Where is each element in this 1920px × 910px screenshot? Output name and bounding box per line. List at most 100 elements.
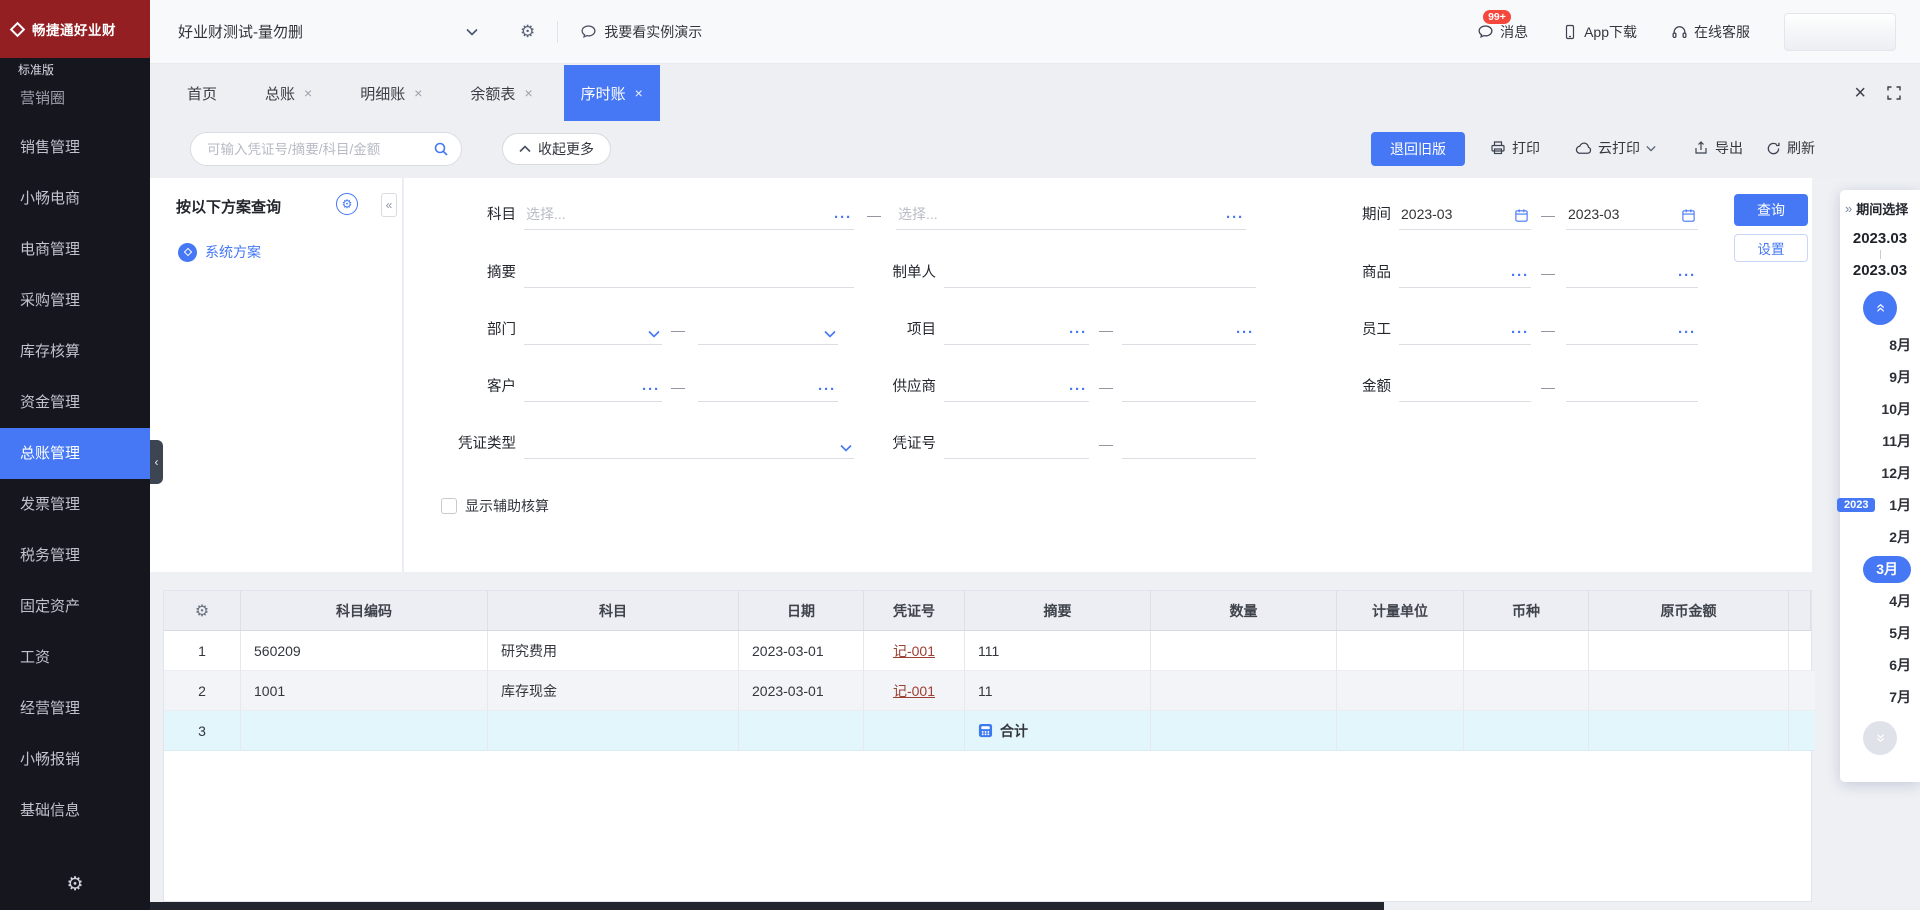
amount-from-input[interactable] <box>1399 372 1531 402</box>
month-item[interactable]: 12月 <box>1881 457 1911 489</box>
calendar-icon[interactable] <box>1681 208 1696 223</box>
sidebar-item-marketing[interactable]: 营销圈 <box>0 82 150 122</box>
employee-from-picker-icon[interactable]: ··· <box>1511 325 1529 340</box>
maker-input[interactable] <box>944 258 1256 288</box>
sidebar-item-sales[interactable]: 销售管理 <box>0 122 150 173</box>
voucher-no-from-field[interactable] <box>944 429 1089 459</box>
project-to-field[interactable]: ··· <box>1122 315 1256 345</box>
tab-close-icon[interactable]: × <box>635 85 643 101</box>
month-item[interactable]: 6月 <box>1889 649 1911 681</box>
col-header-voucher-no[interactable]: 凭证号 <box>864 591 965 631</box>
tab-general-ledger[interactable]: 总账 × <box>248 65 329 121</box>
tab-close-icon[interactable]: × <box>524 85 532 101</box>
demo-link[interactable]: 我要看实例演示 <box>580 22 702 42</box>
sidebar-item-ecommerce[interactable]: 电商管理 <box>0 224 150 275</box>
amount-from-field[interactable] <box>1399 372 1531 402</box>
sidebar-item-xiaochang-ecommerce[interactable]: 小畅电商 <box>0 173 150 224</box>
supplier-from-field[interactable]: ··· <box>944 372 1089 402</box>
month-item[interactable]: 9月 <box>1889 361 1911 393</box>
customer-to-picker-icon[interactable]: ··· <box>818 382 836 397</box>
tab-close-icon[interactable]: × <box>414 85 422 101</box>
tab-home[interactable]: 首页 <box>170 65 234 121</box>
month-item[interactable]: 10月 <box>1881 393 1911 425</box>
workspace-selector[interactable]: 好业财测试-量勿删 <box>178 21 478 42</box>
col-header-summary[interactable]: 摘要 <box>965 591 1151 631</box>
voucher-link[interactable]: 记-001 <box>893 641 935 661</box>
subject-from-field[interactable]: ··· <box>524 200 854 230</box>
settings-button[interactable]: 设置 <box>1734 234 1808 262</box>
voucher-no-to-input[interactable] <box>1122 429 1256 459</box>
department-from-input[interactable] <box>524 315 662 345</box>
table-row[interactable]: 1 560209 研究费用 2023-03-01 记-001 111 <box>164 631 1815 671</box>
sidebar-item-inventory[interactable]: 库存核算 <box>0 326 150 377</box>
voucher-no-from-input[interactable] <box>944 429 1089 459</box>
department-from-select[interactable] <box>524 315 662 345</box>
project-to-picker-icon[interactable]: ··· <box>1236 325 1254 340</box>
voucher-link[interactable]: 记-001 <box>893 681 935 701</box>
app-download-button[interactable]: App下载 <box>1562 22 1637 42</box>
query-button[interactable]: 查询 <box>1734 194 1808 226</box>
project-from-field[interactable]: ··· <box>944 315 1089 345</box>
col-header-subject[interactable]: 科目 <box>488 591 739 631</box>
subject-from-input[interactable] <box>524 200 854 230</box>
employee-to-field[interactable]: ··· <box>1566 315 1698 345</box>
month-item[interactable]: 11月 <box>1882 425 1911 457</box>
scheme-settings-gear-icon[interactable]: ⚙ <box>336 193 358 215</box>
voucher-type-input[interactable] <box>524 429 854 459</box>
goods-from-picker-icon[interactable]: ··· <box>1511 268 1529 283</box>
amount-to-input[interactable] <box>1566 372 1698 402</box>
customer-from-picker-icon[interactable]: ··· <box>642 382 660 397</box>
subject-to-picker-icon[interactable]: ··· <box>1226 210 1244 225</box>
supplier-to-field[interactable] <box>1122 372 1256 402</box>
month-item[interactable]: 8月 <box>1889 329 1911 361</box>
chevron-down-icon[interactable] <box>648 330 660 338</box>
voucher-type-select[interactable] <box>524 429 854 459</box>
export-button[interactable]: 导出 <box>1693 138 1743 158</box>
customer-to-input[interactable] <box>698 372 838 402</box>
sidebar-item-tax[interactable]: 税务管理 <box>0 530 150 581</box>
department-to-input[interactable] <box>698 315 838 345</box>
tab-detail-ledger[interactable]: 明细账 × <box>343 65 439 121</box>
brand-logo[interactable]: 畅捷通好业财 <box>0 0 150 58</box>
tab-balance-sheet[interactable]: 余额表 × <box>453 65 549 121</box>
sidebar-item-invoice[interactable]: 发票管理 <box>0 479 150 530</box>
period-to-field[interactable] <box>1566 200 1698 230</box>
col-header-original-amount[interactable]: 原币金额 <box>1589 591 1789 631</box>
subject-to-input[interactable] <box>896 200 1246 230</box>
subject-from-picker-icon[interactable]: ··· <box>834 210 852 225</box>
month-item-selected[interactable]: 3月 <box>1863 555 1911 583</box>
maker-field[interactable] <box>944 258 1256 288</box>
tab-close-icon[interactable]: × <box>304 85 312 101</box>
sidebar-item-funds[interactable]: 资金管理 <box>0 377 150 428</box>
project-from-input[interactable] <box>944 315 1089 345</box>
sidebar-item-purchase[interactable]: 采购管理 <box>0 275 150 326</box>
close-icon[interactable]: × <box>1854 83 1866 103</box>
col-header-quantity[interactable]: 数量 <box>1151 591 1337 631</box>
sidebar-item-payroll[interactable]: 工资 <box>0 632 150 683</box>
refresh-button[interactable]: 刷新 <box>1766 138 1815 158</box>
col-header-currency[interactable]: 币种 <box>1464 591 1589 631</box>
show-aux-checkbox-row[interactable]: 显示辅助核算 <box>441 496 549 516</box>
workspace-gear-icon[interactable]: ⚙ <box>520 22 535 42</box>
sidebar-item-operation[interactable]: 经营管理 <box>0 683 150 734</box>
sidebar-item-basic-info[interactable]: 基础信息 <box>0 785 150 836</box>
employee-to-picker-icon[interactable]: ··· <box>1678 325 1696 340</box>
sidebar-collapse-handle[interactable]: ‹ <box>150 440 163 484</box>
project-from-picker-icon[interactable]: ··· <box>1069 325 1087 340</box>
period-to-input[interactable] <box>1566 200 1698 230</box>
online-service-button[interactable]: 在线客服 <box>1671 22 1750 42</box>
amount-to-field[interactable] <box>1566 372 1698 402</box>
sidebar-item-expense[interactable]: 小畅报销 <box>0 734 150 785</box>
messages-button[interactable]: 99+ 消息 <box>1477 9 1528 42</box>
goods-to-field[interactable]: ··· <box>1566 258 1698 288</box>
fullscreen-icon[interactable] <box>1886 85 1902 101</box>
customer-to-field[interactable]: ··· <box>698 372 838 402</box>
column-gear-icon[interactable]: ⚙ <box>195 601 209 621</box>
voucher-no-to-field[interactable] <box>1122 429 1256 459</box>
scroll-months-up-button[interactable]: « <box>1863 291 1897 325</box>
panel-collapse-icon[interactable]: » <box>1845 202 1852 215</box>
subject-to-field[interactable]: ··· <box>896 200 1246 230</box>
department-to-select[interactable] <box>698 315 838 345</box>
month-item[interactable]: 5月 <box>1889 617 1911 649</box>
chevron-down-icon[interactable] <box>824 330 836 338</box>
